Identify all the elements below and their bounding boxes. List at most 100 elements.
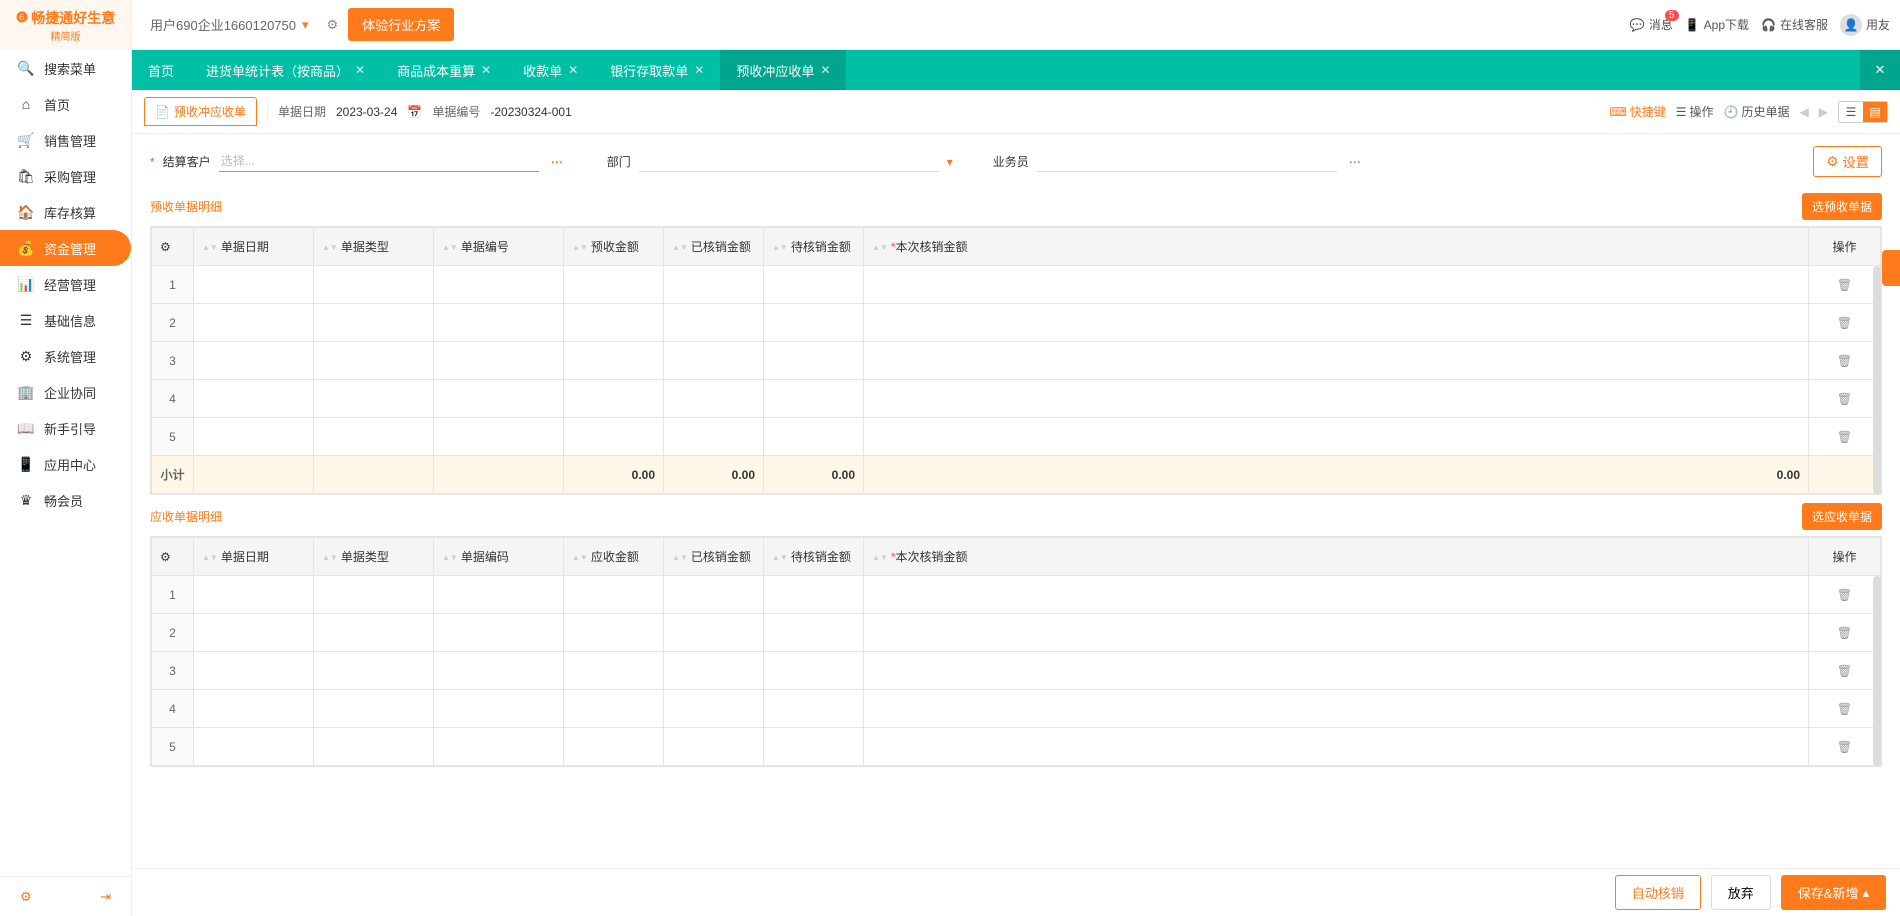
auto-writeoff-button[interactable]: 自动核销 xyxy=(1615,875,1701,910)
close-all-tabs[interactable]: ✕ xyxy=(1860,50,1900,90)
trial-button[interactable]: 体验行业方案 xyxy=(348,8,454,41)
table-gear[interactable]: ⚙ xyxy=(152,538,194,576)
sort-icon: ▲▼ xyxy=(672,555,688,560)
sidebar-item-base[interactable]: ☰基础信息 xyxy=(0,302,131,338)
table-row[interactable]: 3🗑 xyxy=(152,652,1881,690)
table-row[interactable]: 2🗑 xyxy=(152,614,1881,652)
table-row[interactable]: 4🗑 xyxy=(152,690,1881,728)
discard-button[interactable]: 放弃 xyxy=(1711,875,1771,910)
table-row[interactable]: 2🗑 xyxy=(152,304,1881,342)
next-icon[interactable]: ▶ xyxy=(1819,105,1828,119)
table-row[interactable]: 1🗑 xyxy=(152,266,1881,304)
select-receivable-button[interactable]: 选应收单据 xyxy=(1802,503,1882,530)
close-icon[interactable]: ✕ xyxy=(355,63,365,77)
user-menu[interactable]: 👤用友 xyxy=(1840,14,1890,36)
col-written[interactable]: ▲▼已核销金额 xyxy=(664,228,764,266)
tab-home[interactable]: 首页 xyxy=(132,50,190,90)
table-row[interactable]: 4🗑 xyxy=(152,380,1881,418)
delete-icon[interactable]: 🗑 xyxy=(1809,728,1881,766)
org-selector[interactable]: 用户690企业1660120750 ▾ xyxy=(142,15,317,34)
view-detail-button[interactable]: ▤ xyxy=(1863,102,1887,122)
collapse-icon[interactable]: ⇥ xyxy=(100,889,111,905)
dept-input[interactable] xyxy=(639,151,939,172)
delete-icon[interactable]: 🗑 xyxy=(1809,614,1881,652)
close-icon[interactable]: ✕ xyxy=(568,63,578,77)
sidebar-item-stock[interactable]: 🏠库存核算 xyxy=(0,194,131,230)
sidebar-item-sys[interactable]: ⚙系统管理 xyxy=(0,338,131,374)
col-prepay[interactable]: ▲▼预收金额 xyxy=(564,228,664,266)
sidebar-item-biz[interactable]: 📊经营管理 xyxy=(0,266,131,302)
sidebar-item-coop[interactable]: 🏢企业协同 xyxy=(0,374,131,410)
staff-input[interactable] xyxy=(1037,151,1337,172)
sidebar-item-guide[interactable]: 📖新手引导 xyxy=(0,410,131,446)
tab-cost-recalc[interactable]: 商品成本重算✕ xyxy=(381,50,507,90)
table-gear[interactable]: ⚙ xyxy=(152,228,194,266)
col-type[interactable]: ▲▼单据类型 xyxy=(314,538,434,576)
select-prepay-button[interactable]: 选预收单据 xyxy=(1802,193,1882,220)
table-row[interactable]: 5🗑 xyxy=(152,418,1881,456)
sidebar-item-purchase[interactable]: 🛍采购管理 xyxy=(0,158,131,194)
delete-icon[interactable]: 🗑 xyxy=(1809,418,1881,456)
col-date[interactable]: ▲▼单据日期 xyxy=(194,228,314,266)
sidebar-item-home[interactable]: ⌂首页 xyxy=(0,86,131,122)
scrollbar[interactable] xyxy=(1873,266,1881,494)
delete-icon[interactable]: 🗑 xyxy=(1809,266,1881,304)
tab-bank[interactable]: 银行存取款单✕ xyxy=(594,50,720,90)
col-current[interactable]: ▲▼*本次核销金额 xyxy=(864,538,1809,576)
date-value[interactable]: 2023-03-24 xyxy=(336,105,397,119)
table-row[interactable]: 3🗑 xyxy=(152,342,1881,380)
customer-input[interactable] xyxy=(219,151,539,172)
tab-receipt[interactable]: 收款单✕ xyxy=(507,50,594,90)
more-icon[interactable]: ⋯ xyxy=(1345,155,1365,169)
col-current[interactable]: ▲▼*本次核销金额 xyxy=(864,228,1809,266)
settings-icon[interactable]: ⚙ xyxy=(20,889,32,905)
view-list-button[interactable]: ☰ xyxy=(1839,102,1863,122)
col-date[interactable]: ▲▼单据日期 xyxy=(194,538,314,576)
header-gear-icon[interactable]: ⚙ xyxy=(327,17,339,33)
col-pending[interactable]: ▲▼待核销金额 xyxy=(764,538,864,576)
tab-prepay-offset[interactable]: 预收冲应收单✕ xyxy=(720,50,846,90)
operate-link[interactable]: ☰操作 xyxy=(1676,103,1714,120)
app-download-button[interactable]: 📱App下载 xyxy=(1685,16,1749,33)
close-icon[interactable]: ✕ xyxy=(694,63,704,77)
messages-button[interactable]: 💬 消息 5 xyxy=(1630,16,1673,33)
headset-icon: 🎧 xyxy=(1761,18,1776,32)
delete-icon[interactable]: 🗑 xyxy=(1809,690,1881,728)
sidebar-item-member[interactable]: ♛畅会员 xyxy=(0,482,131,518)
sidebar-item-search[interactable]: 🔍搜索菜单 xyxy=(0,50,131,86)
col-receivable[interactable]: ▲▼应收金额 xyxy=(564,538,664,576)
col-type[interactable]: ▲▼单据类型 xyxy=(314,228,434,266)
prev-icon[interactable]: ◀ xyxy=(1800,105,1809,119)
table-row[interactable]: 1🗑 xyxy=(152,576,1881,614)
settings-button[interactable]: ⚙设置 xyxy=(1813,146,1882,177)
side-handle[interactable] xyxy=(1882,250,1900,286)
delete-icon[interactable]: 🗑 xyxy=(1809,652,1881,690)
history-link[interactable]: 🕘历史单据 xyxy=(1724,103,1790,120)
col-written[interactable]: ▲▼已核销金额 xyxy=(664,538,764,576)
sort-icon: ▲▼ xyxy=(322,555,338,560)
sidebar-item-fund[interactable]: 💰资金管理 xyxy=(0,230,131,266)
col-code[interactable]: ▲▼单据编号 xyxy=(434,228,564,266)
delete-icon[interactable]: 🗑 xyxy=(1809,342,1881,380)
chevron-down-icon[interactable]: ▾ xyxy=(947,155,953,169)
delete-icon[interactable]: 🗑 xyxy=(1809,380,1881,418)
sort-icon: ▲▼ xyxy=(442,245,458,250)
shortcut-link[interactable]: ⌨快捷键 xyxy=(1609,103,1665,120)
close-icon[interactable]: ✕ xyxy=(820,63,830,77)
calendar-icon[interactable]: 📅 xyxy=(407,105,422,119)
delete-icon[interactable]: 🗑 xyxy=(1809,576,1881,614)
sidebar-item-appcenter[interactable]: 📱应用中心 xyxy=(0,446,131,482)
table-row[interactable]: 5🗑 xyxy=(152,728,1881,766)
col-code[interactable]: ▲▼单据编码 xyxy=(434,538,564,576)
sub-tab[interactable]: 📄预收冲应收单 xyxy=(144,97,257,126)
close-icon[interactable]: ✕ xyxy=(481,63,491,77)
service-button[interactable]: 🎧在线客服 xyxy=(1761,16,1828,33)
col-pending[interactable]: ▲▼待核销金额 xyxy=(764,228,864,266)
logo-edition: 精简版 xyxy=(51,28,81,43)
tab-purchase-stats[interactable]: 进货单统计表（按商品）✕ xyxy=(190,50,381,90)
more-icon[interactable]: ⋯ xyxy=(547,155,567,169)
save-button[interactable]: 保存&新增▴ xyxy=(1781,875,1886,910)
delete-icon[interactable]: 🗑 xyxy=(1809,304,1881,342)
scrollbar[interactable] xyxy=(1873,576,1881,766)
sidebar-item-sales[interactable]: 🛒销售管理 xyxy=(0,122,131,158)
